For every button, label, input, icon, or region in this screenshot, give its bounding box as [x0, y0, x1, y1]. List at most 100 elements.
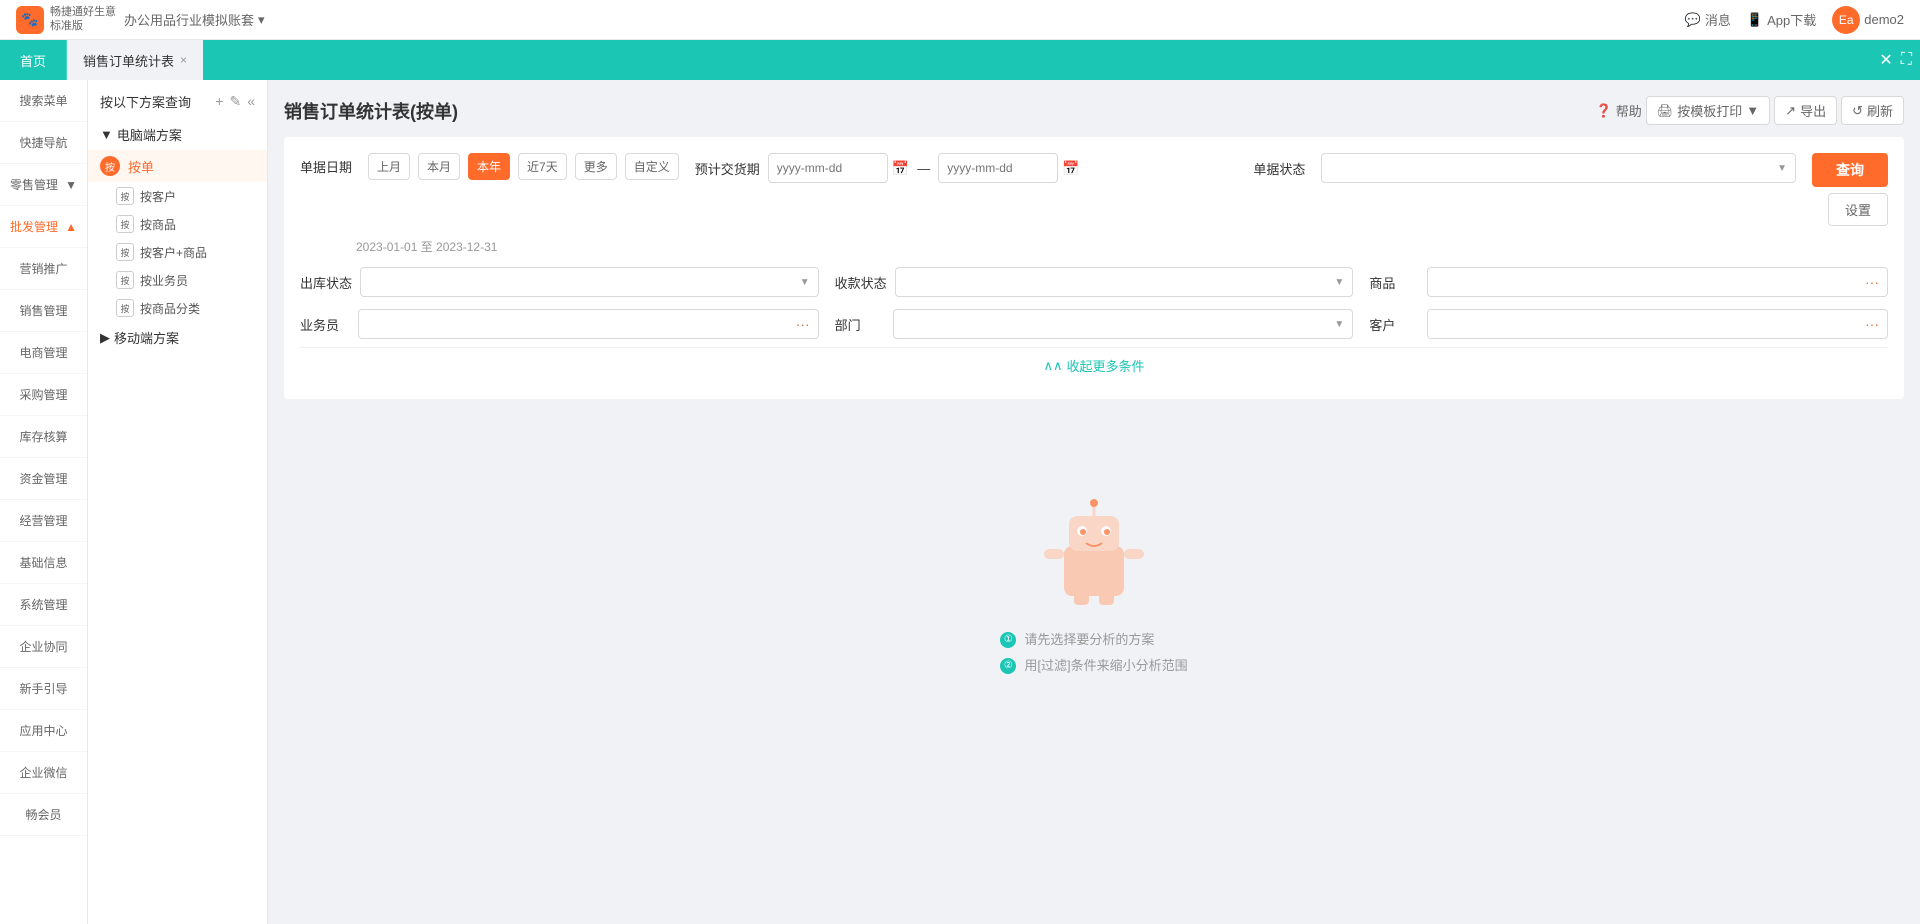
sidebar-item-quick-nav[interactable]: 快捷导航	[0, 122, 87, 164]
sidebar: 搜索菜单 快捷导航 零售管理▼ 批发管理▲ 营销推广 销售管理 电商管理 采购管…	[0, 80, 88, 924]
tab-expand-icon[interactable]: ⛶	[1901, 51, 1912, 69]
sidebar-item-system[interactable]: 系统管理	[0, 584, 87, 626]
export-button[interactable]: ↗ 导出	[1774, 96, 1837, 125]
tab-close-window-icon[interactable]: ✕	[1879, 50, 1892, 70]
scheme-category-mobile[interactable]: ▶ 移动端方案	[88, 322, 267, 353]
empty-illustration	[1034, 491, 1154, 611]
tab-bar-right: ✕ ⛶	[1879, 50, 1920, 70]
tab-active[interactable]: 销售订单统计表 ×	[67, 40, 203, 80]
scheme-item-by-customer[interactable]: 按 按客户	[88, 182, 267, 210]
sidebar-item-search[interactable]: 搜索菜单	[0, 80, 87, 122]
scheme-category-arrow: ▼	[100, 127, 113, 142]
template-print-button[interactable]: 🖨 按模板打印 ▼	[1646, 96, 1770, 125]
customer-select[interactable]: ···	[1427, 309, 1888, 339]
template-print-label: 按模板打印	[1677, 101, 1742, 120]
collapse-button[interactable]: ∧∧ 收起更多条件	[300, 347, 1888, 383]
sidebar-item-ecommerce[interactable]: 电商管理	[0, 332, 87, 374]
filter-actions: 查询 设置	[1812, 153, 1888, 226]
dept-select[interactable]: ▼	[893, 309, 1354, 339]
dept-arrow: ▼	[1334, 319, 1344, 330]
query-button[interactable]: 查询	[1812, 153, 1888, 187]
scheme-item-by-staff[interactable]: 按 按业务员	[88, 266, 267, 294]
goods-select[interactable]: ···	[1427, 267, 1888, 297]
date-btn-custom[interactable]: 自定义	[625, 153, 679, 180]
scheme-item-by-product[interactable]: 按 按商品	[88, 210, 267, 238]
calendar-from-icon[interactable]: 📅	[892, 160, 909, 177]
scheme-item-by-customer-label: 按客户	[140, 188, 176, 205]
sidebar-item-appstore[interactable]: 应用中心	[0, 710, 87, 752]
collapse-label: 收起更多条件	[1067, 356, 1145, 375]
tab-close-icon[interactable]: ×	[180, 53, 187, 67]
app-icon: 📱	[1747, 12, 1763, 28]
scheme-item-by-category[interactable]: 按 按商品分类	[88, 294, 267, 322]
customer-ellipsis-icon[interactable]: ···	[1865, 316, 1879, 332]
help-label: 帮助	[1616, 101, 1642, 120]
calendar-to-icon[interactable]: 📅	[1062, 160, 1079, 177]
date-btn-last-month[interactable]: 上月	[368, 153, 410, 180]
scheme-category-pc[interactable]: ▼ 电脑端方案	[88, 119, 267, 150]
dept-filter: 部门 ▼	[835, 309, 1354, 339]
scheme-panel-header: 按以下方案查询 + ✎ «	[88, 92, 267, 119]
sidebar-item-inventory[interactable]: 库存核算	[0, 416, 87, 458]
message-btn[interactable]: 💬 消息	[1685, 10, 1731, 29]
help-button[interactable]: ❓ 帮助	[1596, 101, 1642, 120]
date-range-text: 2023-01-01 至 2023-12-31	[356, 238, 497, 255]
main-layout: 搜索菜单 快捷导航 零售管理▼ 批发管理▲ 营销推广 销售管理 电商管理 采购管…	[0, 80, 1920, 924]
refresh-button[interactable]: ↺ 刷新	[1841, 96, 1904, 125]
tab-home[interactable]: 首页	[0, 40, 67, 80]
filter-panel: 单据日期 上月 本月 本年 近7天 更多 自定义 预计交货期	[284, 137, 1904, 399]
scheme-collapse-icon[interactable]: «	[247, 93, 255, 110]
sidebar-item-wholesale[interactable]: 批发管理▲	[0, 206, 87, 248]
expected-date-from-input[interactable]	[768, 153, 888, 183]
sidebar-item-newcomer[interactable]: 新手引导	[0, 668, 87, 710]
header-left: 🐾 畅捷通好生意 标准版 办公用品行业模拟账套 ▾	[16, 6, 265, 34]
scheme-item-by-customer-product[interactable]: 按 按客户+商品	[88, 238, 267, 266]
staff-ellipsis-icon[interactable]: ···	[796, 316, 810, 332]
status-arrow: ▼	[1777, 163, 1787, 174]
date-btn-this-month[interactable]: 本月	[418, 153, 460, 180]
sidebar-item-marketing[interactable]: 营销推广	[0, 248, 87, 290]
scheme-panel-title: 按以下方案查询	[100, 92, 191, 111]
print-icon: 🖨	[1657, 103, 1674, 119]
sidebar-item-purchase[interactable]: 采购管理	[0, 374, 87, 416]
empty-tips: ① 请先选择要分析的方案 ② 用[过滤]条件来缩小分析范围	[1000, 627, 1187, 679]
scheme-item-by-staff-label: 按业务员	[140, 272, 188, 289]
scheme-edit-icon[interactable]: ✎	[229, 93, 241, 110]
scheme-item-by-order[interactable]: 按 按单	[88, 150, 267, 182]
setting-button[interactable]: 设置	[1828, 193, 1888, 226]
user-profile[interactable]: Ea demo2	[1832, 6, 1904, 34]
sidebar-item-wechat[interactable]: 企业微信	[0, 752, 87, 794]
logo-icon: 🐾	[16, 6, 44, 34]
tip1-num: ①	[1000, 632, 1016, 648]
date-btn-last-7days[interactable]: 近7天	[518, 153, 567, 180]
sidebar-item-basic[interactable]: 基础信息	[0, 542, 87, 584]
sidebar-item-enterprise[interactable]: 企业协同	[0, 626, 87, 668]
header-right: 💬 消息 📱 App下载 Ea demo2	[1685, 6, 1904, 34]
breadcrumb[interactable]: 办公用品行业模拟账套 ▾	[124, 10, 265, 29]
date-btn-more[interactable]: 更多	[575, 153, 617, 180]
date-btn-this-year[interactable]: 本年	[468, 153, 510, 180]
scheme-add-icon[interactable]: +	[215, 93, 223, 110]
delivery-arrow: ▼	[800, 277, 810, 288]
export-label: 导出	[1800, 101, 1826, 120]
date-label: 单据日期	[300, 157, 360, 176]
goods-ellipsis-icon[interactable]: ···	[1865, 274, 1879, 290]
expected-date-to-input[interactable]	[938, 153, 1058, 183]
delivery-filter: 出库状态 ▼	[300, 267, 819, 297]
export-icon: ↗	[1785, 103, 1796, 119]
goods-label: 商品	[1369, 273, 1419, 292]
customer-label: 客户	[1369, 315, 1419, 334]
sidebar-item-operations[interactable]: 经营管理	[0, 500, 87, 542]
staff-select[interactable]: ···	[358, 309, 819, 339]
sidebar-item-finance[interactable]: 资金管理	[0, 458, 87, 500]
sidebar-item-sales[interactable]: 销售管理	[0, 290, 87, 332]
status-select[interactable]: ▼	[1321, 153, 1796, 183]
scheme-item-by-category-label: 按商品分类	[140, 300, 200, 317]
delivery-select[interactable]: ▼	[360, 267, 819, 297]
scheme-panel: 按以下方案查询 + ✎ « ▼ 电脑端方案 按 按单 按 按客户	[88, 80, 268, 924]
sidebar-item-retail[interactable]: 零售管理▼	[0, 164, 87, 206]
app-download-btn[interactable]: 📱 App下载	[1747, 10, 1816, 29]
avatar: Ea	[1832, 6, 1860, 34]
sidebar-item-vip[interactable]: 畅会员	[0, 794, 87, 836]
payment-select[interactable]: ▼	[895, 267, 1354, 297]
